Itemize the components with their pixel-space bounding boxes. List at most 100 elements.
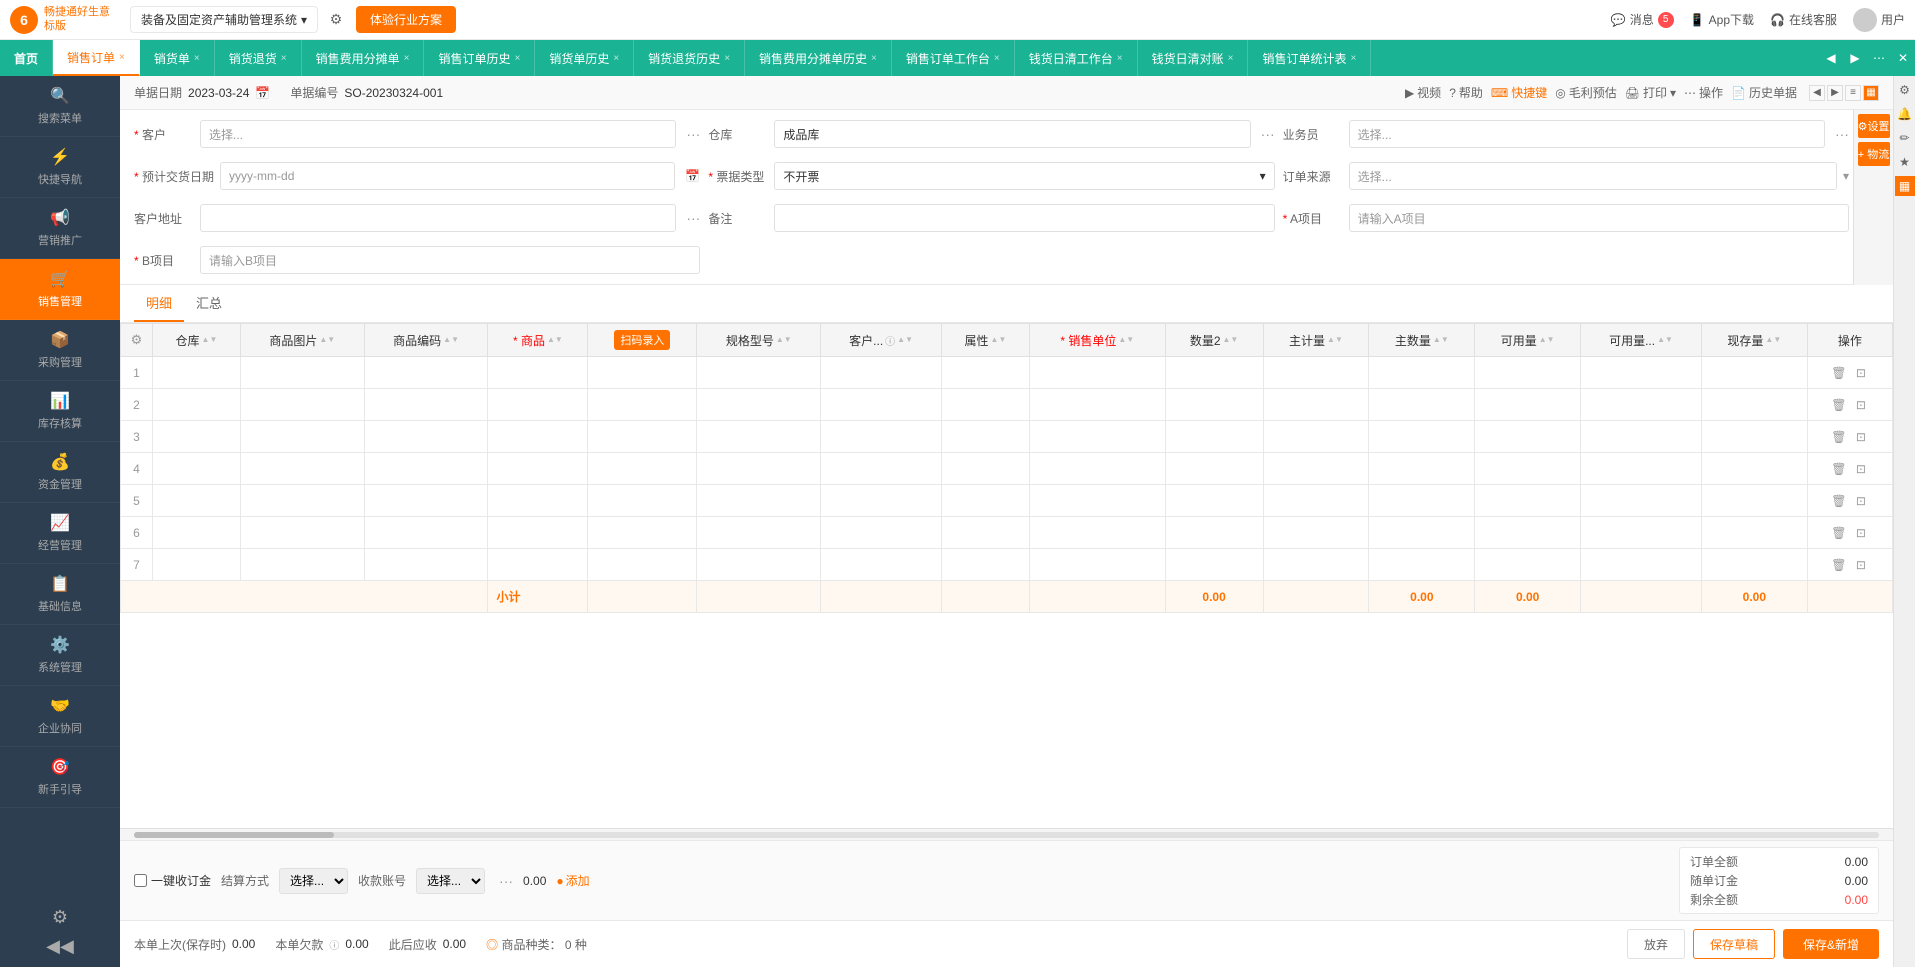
row-delete-button[interactable]: 🗑 <box>1830 364 1848 382</box>
row-delete-button[interactable]: 🗑 <box>1830 396 1848 414</box>
rfp-chart-icon[interactable]: ▦ <box>1895 176 1915 196</box>
customer-input[interactable]: 选择... <box>200 120 676 148</box>
sidebar-item-system[interactable]: ⚙️ 系统管理 <box>0 625 120 686</box>
scrollbar-track[interactable] <box>134 832 1879 838</box>
setup-button[interactable]: ⚙设置 <box>1858 114 1890 138</box>
row-copy-button[interactable]: ⊡ <box>1852 492 1870 510</box>
row-copy-button[interactable]: ⊡ <box>1852 396 1870 414</box>
nav-tab-order-workbench[interactable]: 销售订单工作台 × <box>892 40 1015 76</box>
calendar-icon[interactable]: 📅 <box>255 86 270 100</box>
user-menu[interactable]: 用户 <box>1853 8 1905 32</box>
sidebar-item-guide[interactable]: 🎯 新手引导 <box>0 747 120 808</box>
nav-tab-sales-stats[interactable]: 销售订单统计表 × <box>1248 40 1371 76</box>
app-download-button[interactable]: 📱 App下载 <box>1690 11 1754 28</box>
logistics-button[interactable]: + 物流 <box>1858 142 1890 166</box>
online-support-button[interactable]: 🎧 在线客服 <box>1770 11 1837 28</box>
nav-tab-fee-history[interactable]: 销售费用分摊单历史 × <box>745 40 892 76</box>
invoice-type-select[interactable]: 不开票 ▾ <box>774 162 1274 190</box>
th-settings[interactable]: ⚙ <box>121 324 153 357</box>
form-view-icon[interactable]: ▦ <box>1863 85 1879 101</box>
delivery-date-calendar-icon[interactable]: 📅 <box>685 169 700 183</box>
save-draft-button[interactable]: 保存草稿 <box>1693 929 1775 959</box>
tab-summary[interactable]: 汇总 <box>184 285 234 322</box>
account-dots-button[interactable]: ··· <box>499 873 513 889</box>
horizontal-scrollbar[interactable] <box>120 828 1893 840</box>
row-delete-button[interactable]: 🗑 <box>1830 492 1848 510</box>
customer-address-input[interactable] <box>200 204 676 232</box>
address-dots-button[interactable]: ··· <box>686 210 700 226</box>
nav-tab-sales-order-history[interactable]: 销售订单历史 × <box>424 40 535 76</box>
row-copy-button[interactable]: ⊡ <box>1852 524 1870 542</box>
scan-entry-button[interactable]: 扫码录入 <box>614 330 670 350</box>
rfp-settings-icon[interactable]: ⚙ <box>1895 80 1915 100</box>
row-delete-button[interactable]: 🗑 <box>1830 524 1848 542</box>
sidebar-collapse-icon[interactable]: ◀◀ <box>46 936 74 957</box>
nav-right-icon[interactable]: ▶ <box>1827 85 1843 101</box>
salesperson-dots-button[interactable]: ··· <box>1835 126 1849 142</box>
operations-button[interactable]: ⋯ 操作 <box>1684 84 1723 101</box>
nav-tab-return-history[interactable]: 销货退货历史 × <box>634 40 745 76</box>
row-copy-button[interactable]: ⊡ <box>1852 364 1870 382</box>
sidebar-item-basic-info[interactable]: 📋 基础信息 <box>0 564 120 625</box>
account-select[interactable]: 选择... <box>416 868 485 894</box>
sidebar-item-purchase[interactable]: 📦 采购管理 <box>0 320 120 381</box>
discard-button[interactable]: 放弃 <box>1627 929 1685 959</box>
rfp-bell-icon[interactable]: 🔔 <box>1895 104 1915 124</box>
nav-tab-sales-goods[interactable]: 销货单 × <box>140 40 215 76</box>
save-new-button[interactable]: 保存&新增 <box>1783 929 1879 959</box>
history-docs-button[interactable]: 📄 历史单据 <box>1731 84 1797 101</box>
nav-tab-sales-return[interactable]: 销货退货 × <box>215 40 302 76</box>
row-copy-button[interactable]: ⊡ <box>1852 460 1870 478</box>
sidebar-item-collab[interactable]: 🤝 企业协同 <box>0 686 120 747</box>
solution-button[interactable]: 体验行业方案 <box>356 6 456 33</box>
b-project-input[interactable]: 请输入B项目 <box>200 246 700 274</box>
rfp-star-icon[interactable]: ★ <box>1895 152 1915 172</box>
nav-left-icon[interactable]: ◀ <box>1809 85 1825 101</box>
nav-prev-arrow[interactable]: ◀ <box>1819 40 1843 76</box>
sidebar-item-search[interactable]: 🔍 搜索菜单 <box>0 76 120 137</box>
grid-view-icon[interactable]: ≡ <box>1845 85 1861 101</box>
customer-dots-button[interactable]: ··· <box>686 126 700 142</box>
video-help-button[interactable]: ▶ 视频 <box>1405 84 1441 101</box>
one-click-deposit-checkbox[interactable]: 一键收订金 <box>134 872 211 889</box>
shortcut-button[interactable]: ⌨ 快捷键 <box>1491 84 1547 101</box>
nav-expand-arrow[interactable]: ⋯ <box>1867 40 1891 76</box>
sidebar-item-inventory[interactable]: 📊 库存核算 <box>0 381 120 442</box>
row-delete-button[interactable]: 🗑 <box>1830 556 1848 574</box>
system-selector[interactable]: 装备及固定资产辅助管理系统 ▾ <box>130 6 318 33</box>
gear-icon[interactable]: ⚙ <box>324 8 348 32</box>
warehouse-input[interactable]: 成品库 <box>774 120 1250 148</box>
profit-forecast-button[interactable]: ◎ 毛利预估 <box>1555 84 1617 101</box>
row-delete-button[interactable]: 🗑 <box>1830 460 1848 478</box>
nav-close-all[interactable]: ✕ <box>1891 40 1915 76</box>
salesperson-input[interactable]: 选择... <box>1349 120 1825 148</box>
nav-tab-goods-history[interactable]: 销货单历史 × <box>535 40 634 76</box>
nav-tab-sales-order[interactable]: 销售订单 × <box>53 40 140 76</box>
sidebar-item-marketing[interactable]: 📢 营销推广 <box>0 198 120 259</box>
warehouse-dots-button[interactable]: ··· <box>1261 126 1275 142</box>
sidebar-item-sales[interactable]: 🛒 销售管理 <box>0 259 120 320</box>
nav-tab-daily-workbench[interactable]: 钱货日清工作台 × <box>1015 40 1138 76</box>
add-deposit-button[interactable]: ● 添加 <box>556 872 589 889</box>
rfp-edit-icon[interactable]: ✏ <box>1895 128 1915 148</box>
print-button[interactable]: 🖨 打印 ▾ <box>1625 84 1676 101</box>
scrollbar-thumb[interactable] <box>134 832 334 838</box>
order-source-input[interactable]: 选择... <box>1349 162 1837 190</box>
row-copy-button[interactable]: ⊡ <box>1852 428 1870 446</box>
a-project-input[interactable]: 请输入A项目 <box>1349 204 1849 232</box>
one-click-deposit-input[interactable] <box>134 874 147 887</box>
sidebar-item-quicknav[interactable]: ⚡ 快捷导航 <box>0 137 120 198</box>
row-delete-button[interactable]: 🗑 <box>1830 428 1848 446</box>
sidebar-item-management[interactable]: 📈 经营管理 <box>0 503 120 564</box>
message-button[interactable]: 💬 消息 5 <box>1611 11 1674 28</box>
delivery-date-input[interactable]: yyyy-mm-dd <box>220 162 675 190</box>
remarks-input[interactable] <box>774 204 1274 232</box>
help-button[interactable]: ? 帮助 <box>1449 84 1483 101</box>
nav-tab-sales-fee-split[interactable]: 销售费用分摊单 × <box>302 40 425 76</box>
payment-method-select[interactable]: 选择... <box>279 868 348 894</box>
column-settings-icon[interactable]: ⚙ <box>131 332 143 347</box>
nav-tab-home[interactable]: 首页 <box>0 40 53 76</box>
tab-detail[interactable]: 明细 <box>134 285 184 322</box>
nav-tab-daily-reconcile[interactable]: 钱货日清对账 × <box>1138 40 1249 76</box>
nav-next-arrow[interactable]: ▶ <box>1843 40 1867 76</box>
